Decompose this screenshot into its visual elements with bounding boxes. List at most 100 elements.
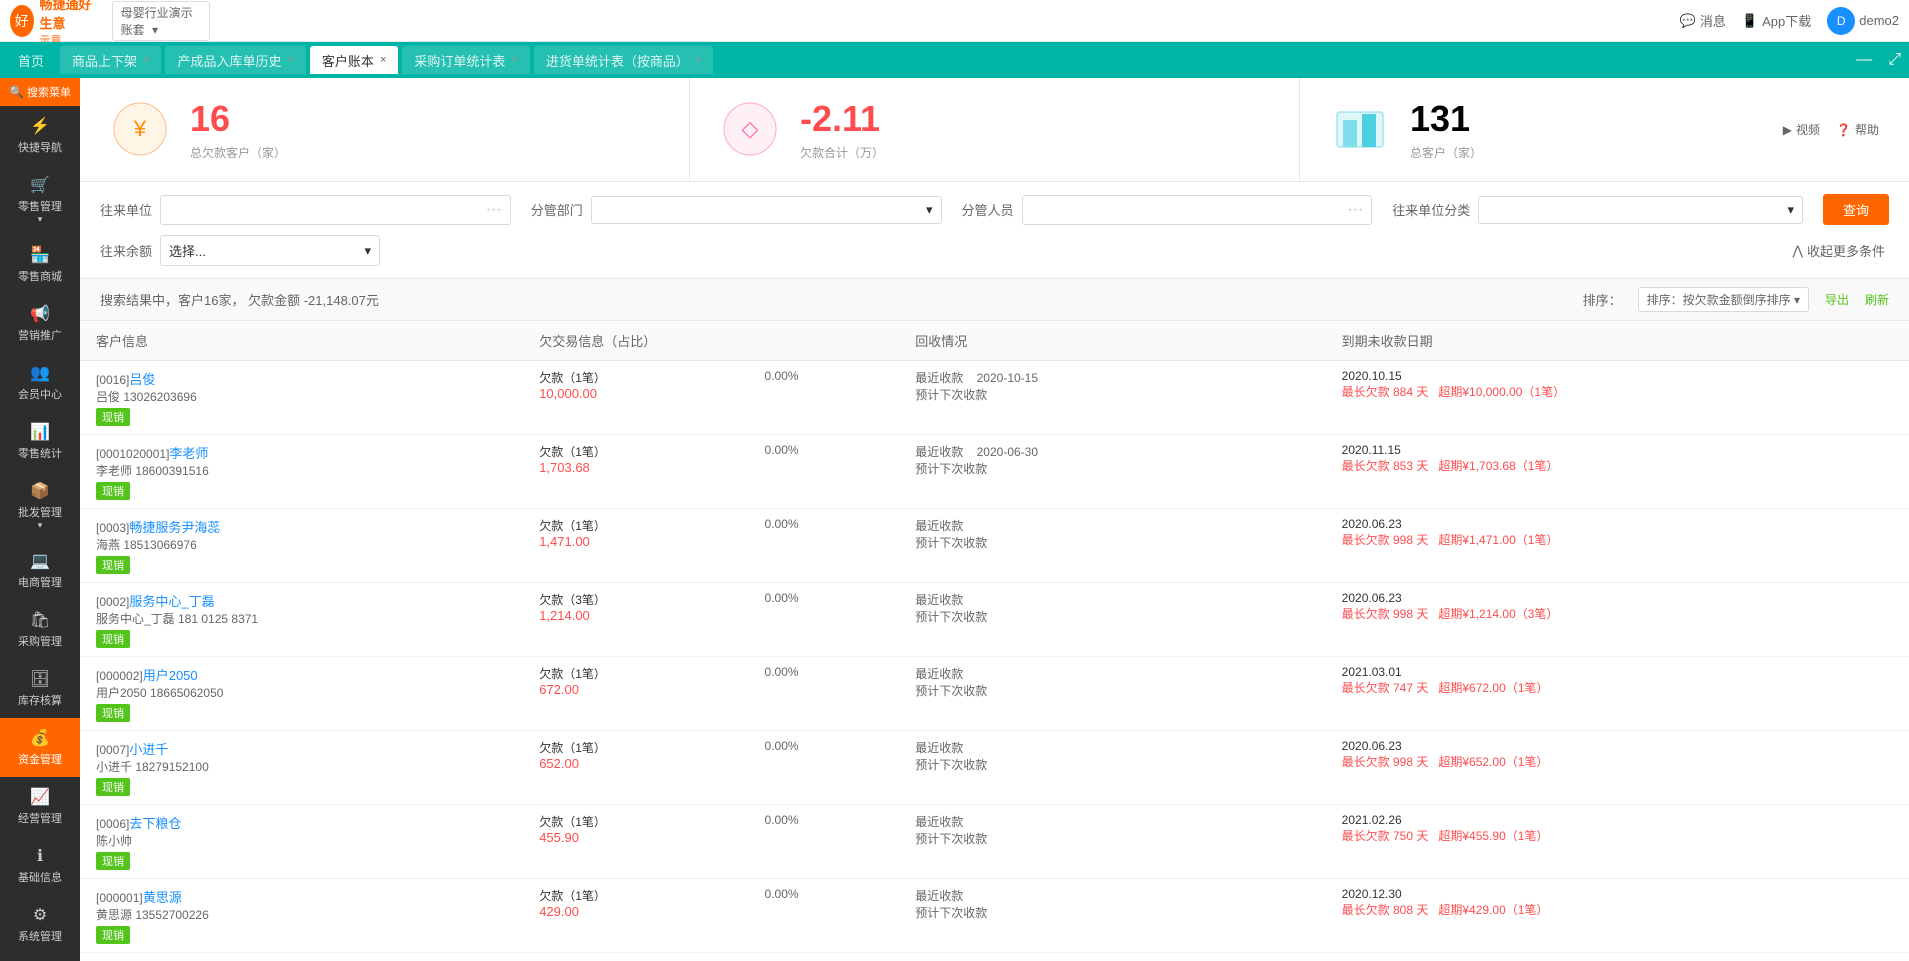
customer-info-cell: [0003]畅捷服务尹海蕊 海燕 18513066976 现销 [80, 509, 523, 583]
sidebar-item-enterprise[interactable]: 🏢 企业协同 [0, 954, 80, 961]
tab-close-customer[interactable]: × [380, 54, 386, 66]
sidebar-item-member[interactable]: 👥 会员中心 [0, 353, 80, 412]
message-btn[interactable]: 💬 消息 [1680, 11, 1726, 30]
tab-close-purchase[interactable]: × [511, 54, 517, 66]
recovery-recent-cell: 最近收款 预计下次收款 [899, 583, 1252, 657]
tab-customer-account[interactable]: 客户账本 × [310, 46, 398, 74]
recovery-detail-cell [1253, 879, 1326, 953]
tab-instock-stats[interactable]: 进货单统计表（按商品） × [534, 46, 713, 74]
customer-name-link[interactable]: 去下粮仓 [129, 816, 181, 831]
table-row: [0003]畅捷服务尹海蕊 海燕 18513066976 现销 欠款（1笔） 1… [80, 509, 1909, 583]
tab-close-instock-stats[interactable]: × [695, 54, 701, 66]
amount-value: 1,471.00 [539, 534, 732, 549]
store-selector[interactable]: 母婴行业演示账套 ▾ [112, 1, 210, 41]
tab-product-instock[interactable]: 产成品入库单历史 × [165, 46, 305, 74]
overdue-amount[interactable]: 超期¥672.00（1笔） [1438, 681, 1548, 695]
customer-name-link[interactable]: 黄思源 [143, 890, 182, 905]
collapse-btn[interactable]: ⋀ 收起更多条件 [1788, 237, 1889, 264]
customer-name-link[interactable]: 畅捷服务尹海蕊 [129, 520, 220, 535]
customer-name-link[interactable]: 服务中心_丁磊 [129, 594, 214, 609]
finance-icon: 💰 [30, 728, 50, 748]
source-unit-input[interactable]: ··· [160, 195, 511, 225]
recovery-detail-cell [1253, 805, 1326, 879]
overdue-amount[interactable]: 超期¥455.90（1笔） [1438, 829, 1548, 843]
tab-products-onoff[interactable]: 商品上下架 × [60, 46, 161, 74]
balance-select[interactable]: 选择... ▾ [160, 235, 380, 266]
overdue-amount[interactable]: 超期¥1,471.00（1笔） [1438, 533, 1558, 547]
filter-row-2: 往来余额 选择... ▾ ⋀ 收起更多条件 [100, 235, 1889, 266]
tab-maximize-btn[interactable]: ⤢ [1884, 51, 1905, 69]
amount-count: 欠款（1笔） [539, 443, 732, 460]
export-btn[interactable]: 导出 [1825, 291, 1849, 308]
customer-info-cell: [0002]服务中心_丁磊 服务中心_丁磊 181 0125 8371 现销 [80, 583, 523, 657]
sidebar-item-retail-mall[interactable]: 🏪 零售商城 [0, 235, 80, 294]
marketing-icon: 📢 [30, 304, 50, 324]
overdue-amount[interactable]: 超期¥1,703.68（1笔） [1438, 459, 1558, 473]
sort-select[interactable]: 排序：按欠款金额倒序排序 ▾ [1638, 287, 1809, 312]
customer-name-link[interactable]: 李老师 [169, 446, 208, 461]
customer-id: [0007] [96, 743, 129, 757]
department-filter: 分管部门 ▾ [531, 196, 942, 224]
tab-purchase-order[interactable]: 采购订单统计表 × [402, 46, 529, 74]
sidebar-item-retail-mgmt[interactable]: 🛒 零售管理 ▾ [0, 165, 80, 235]
sidebar-item-basic-info[interactable]: ℹ 基础信息 [0, 836, 80, 895]
overdue-amount[interactable]: 超期¥1,214.00（3笔） [1438, 607, 1558, 621]
overdue-days: 最长欠款 998 天 [1342, 533, 1435, 547]
amount-value: 429.00 [539, 904, 732, 919]
search-button[interactable]: 查询 [1823, 194, 1889, 225]
sidebar-item-finance[interactable]: 💰 资金管理 [0, 718, 80, 777]
overdue-amount[interactable]: 超期¥652.00（1笔） [1438, 755, 1548, 769]
help-btn[interactable]: ❓ 帮助 [1836, 121, 1879, 138]
collapse-icon: ⋀ [1792, 243, 1803, 259]
sidebar-item-retail-stats[interactable]: 📊 零售统计 [0, 412, 80, 471]
sidebar-item-operations[interactable]: 📈 经营管理 [0, 777, 80, 836]
video-btn[interactable]: ▶ 视频 [1783, 121, 1820, 138]
user-profile[interactable]: D demo2 [1827, 7, 1899, 35]
source-unit-label: 往来单位 [100, 200, 152, 219]
retail-stats-icon: 📊 [30, 422, 50, 442]
manager-input[interactable]: ··· [1022, 195, 1373, 225]
debt-percent-cell: 0.00% [749, 657, 900, 731]
table-row: [000001]黄思源 黄思源 13552700226 现销 欠款（1笔） 42… [80, 879, 1909, 953]
percent-value: 0.00% [765, 591, 799, 605]
stat-number-total: 131 [1410, 98, 1482, 140]
debt-percent-cell: 0.00% [749, 361, 900, 435]
amount-value: 672.00 [539, 682, 732, 697]
unit-type-select[interactable]: ▾ [1478, 196, 1803, 224]
customer-id: [0003] [96, 521, 129, 535]
filter-row-1: 往来单位 ··· 分管部门 ▾ 分管人员 [100, 194, 1889, 225]
stat-card-total-actions: ▶ 视频 ❓ 帮助 [1783, 121, 1879, 138]
recent-label: 最近收款 [915, 887, 1236, 904]
member-icon: 👥 [30, 363, 50, 383]
overdue-date: 2021.02.26 [1342, 813, 1893, 827]
overdue-amount[interactable]: 超期¥10,000.00（1笔） [1438, 385, 1565, 399]
sidebar-item-quick-nav[interactable]: ⚡ 快捷导航 [0, 106, 80, 165]
sidebar-item-ecommerce[interactable]: 💻 电商管理 [0, 541, 80, 600]
sidebar-item-marketing[interactable]: 📢 营销推广 [0, 294, 80, 353]
percent-value: 0.00% [765, 665, 799, 679]
table-row: [0001020001]李老师 李老师 18600391516 现销 欠款（1笔… [80, 435, 1909, 509]
tab-home[interactable]: 首页 [6, 46, 56, 74]
avatar: D [1827, 7, 1855, 35]
sidebar-item-batch-mgmt[interactable]: 📦 批发管理 ▾ [0, 471, 80, 541]
overdue-date: 2020.06.23 [1342, 591, 1893, 605]
sidebar-item-inventory[interactable]: 🗄 库存核算 [0, 659, 80, 718]
customer-info-cell: [0007]小进千 小进千 18279152100 现销 [80, 731, 523, 805]
recovery-recent-cell: 最近收款 预计下次收款 [899, 879, 1252, 953]
stat-card-total-info: 131 总客户（家） [1410, 98, 1482, 161]
sidebar-item-system[interactable]: ⚙ 系统管理 [0, 895, 80, 954]
tab-close-instock[interactable]: × [287, 54, 293, 66]
sidebar-item-purchase[interactable]: 🛍 采购管理 [0, 600, 80, 659]
department-select[interactable]: ▾ [591, 196, 942, 224]
customer-name-link[interactable]: 小进千 [129, 742, 168, 757]
customer-name-link[interactable]: 用户2050 [143, 668, 198, 683]
overdue-amount[interactable]: 超期¥429.00（1笔） [1438, 903, 1548, 917]
customer-name-link[interactable]: 吕俊 [129, 372, 155, 387]
tab-close-products[interactable]: × [143, 54, 149, 66]
tab-minimize-btn[interactable]: — [1852, 51, 1876, 69]
search-menu-btn[interactable]: 🔍 搜索菜单 [0, 78, 80, 106]
overdue-date: 2020.11.15 [1342, 443, 1893, 457]
app-download-btn[interactable]: 📱 App下载 [1742, 11, 1811, 30]
amount-count: 欠款（1笔） [539, 369, 732, 386]
refresh-btn[interactable]: 刷新 [1865, 291, 1889, 308]
